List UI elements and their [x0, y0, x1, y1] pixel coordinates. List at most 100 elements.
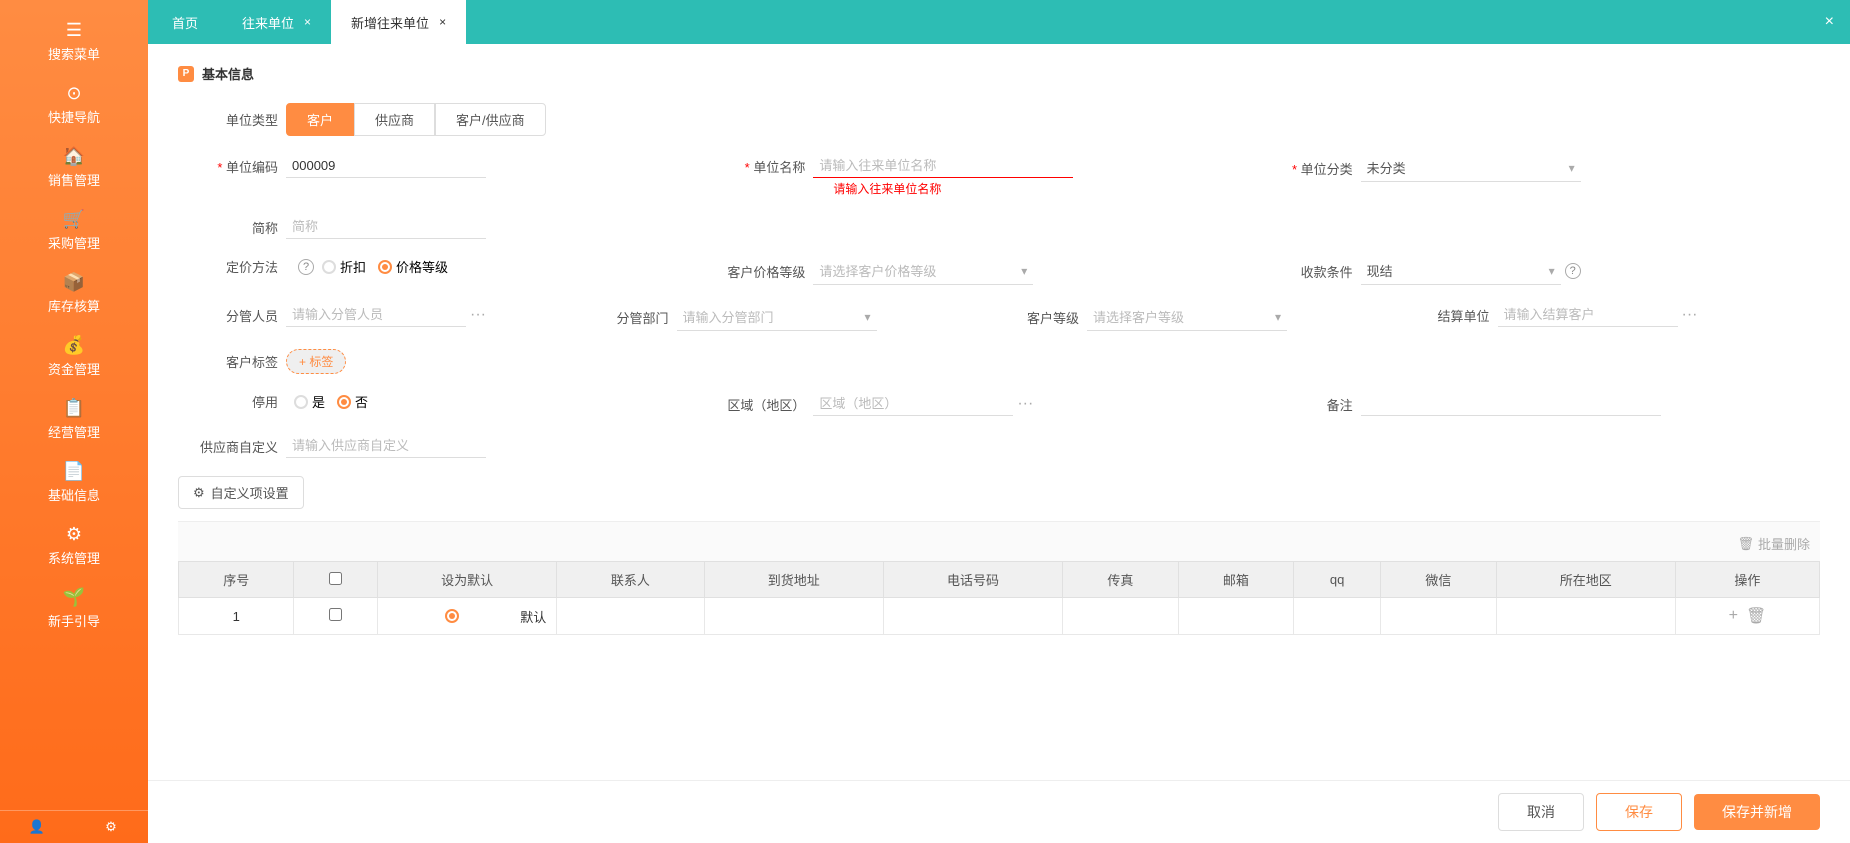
customer-level-select[interactable]: 请选择客户等级 ▾: [1087, 303, 1287, 331]
row-address[interactable]: [704, 598, 883, 635]
disabled-no-radio: [337, 395, 351, 409]
supplier-custom-input[interactable]: [286, 434, 486, 458]
save-new-button[interactable]: 保存并新增: [1694, 794, 1820, 830]
gear-icon: ⚙: [193, 485, 205, 501]
row-wechat[interactable]: [1381, 598, 1496, 635]
row-default-radio-item[interactable]: 默认: [388, 607, 546, 626]
unit-category-select[interactable]: 未分类 ▾: [1361, 154, 1581, 182]
row-fax[interactable]: [1063, 598, 1178, 635]
unit-type-supplier-btn[interactable]: 供应商: [354, 103, 435, 136]
manager-input[interactable]: [286, 303, 466, 327]
field-unit-name: 单位名称 请输入往来单位名称: [725, 154, 1272, 197]
col-email: 邮箱: [1178, 562, 1293, 598]
unit-code-input[interactable]: [286, 154, 486, 178]
contact-table-section: 🗑 批量删除 序号 设为默认 联系人 到货地址 电话号码 传真 邮箱 qq: [178, 521, 1820, 635]
abbreviation-input[interactable]: [286, 215, 486, 239]
remark-label: 备注: [1273, 395, 1353, 414]
delete-row-btn[interactable]: 🗑: [1746, 606, 1766, 626]
col-no: 序号: [179, 562, 294, 598]
row-pricing: 定价方法 ? 折扣 价格等级 客户价格等级 请选择客户价格等级: [178, 257, 1820, 285]
disabled-yes[interactable]: 是: [294, 392, 325, 411]
unit-type-both-btn[interactable]: 客户/供应商: [435, 103, 546, 136]
pricing-label: 定价方法: [178, 257, 278, 276]
unit-type-customer-btn[interactable]: 客户: [286, 103, 354, 136]
sidebar-item-sales[interactable]: 🏠 销售管理: [0, 136, 148, 199]
pricing-discount[interactable]: 折扣: [322, 257, 366, 276]
sidebar-item-guide[interactable]: 🌱 新手引导: [0, 577, 148, 640]
tab-new-partner-close[interactable]: ×: [439, 15, 446, 29]
sidebar-item-search[interactable]: ☰ 搜索菜单: [0, 10, 148, 73]
sidebar-item-basic-info[interactable]: 📄 基础信息: [0, 451, 148, 514]
field-supplier-custom: 供应商自定义: [178, 434, 1820, 458]
footer-bar: 取消 保存 保存并新增: [148, 780, 1850, 843]
sales-icon: 🏠: [63, 146, 85, 167]
settlement-unit-input[interactable]: [1498, 303, 1678, 327]
field-payment-terms: 收款条件 现结 ▾ ?: [1273, 257, 1820, 285]
add-tag-button[interactable]: + 标签: [286, 349, 346, 374]
row-code-name-category: 单位编码 单位名称 请输入往来单位名称 单位分类 未分类 ▾: [178, 154, 1820, 197]
custom-settings-btn[interactable]: ⚙ 自定义项设置: [178, 476, 304, 509]
row-phone[interactable]: [883, 598, 1062, 635]
row-checkbox[interactable]: [294, 598, 377, 635]
add-row-btn[interactable]: +: [1729, 607, 1738, 625]
tabbar: 首页 往来单位 × 新增往来单位 × ×: [148, 0, 1850, 44]
select-all-checkbox[interactable]: [329, 572, 342, 585]
unit-category-label: 单位分类: [1273, 159, 1353, 178]
row-region[interactable]: [1496, 598, 1675, 635]
manager-dots[interactable]: ···: [470, 306, 486, 324]
sidebar-item-system[interactable]: ⚙ 系统管理: [0, 514, 148, 577]
unit-category-arrow: ▾: [1569, 161, 1575, 175]
sidebar-item-finance[interactable]: 💰 资金管理: [0, 325, 148, 388]
col-action: 操作: [1675, 562, 1819, 598]
col-fax: 传真: [1063, 562, 1178, 598]
cancel-button[interactable]: 取消: [1498, 793, 1584, 831]
row-email[interactable]: [1178, 598, 1293, 635]
unit-type-label: 单位类型: [178, 110, 278, 129]
row-contact[interactable]: [557, 598, 704, 635]
disabled-no[interactable]: 否: [337, 392, 368, 411]
tab-partners-close[interactable]: ×: [304, 15, 311, 29]
sidebar-settings[interactable]: ⚙: [74, 819, 148, 835]
field-customer-price-level: 客户价格等级 请选择客户价格等级 ▾: [725, 257, 1272, 285]
tab-home[interactable]: 首页: [148, 0, 222, 44]
tab-new-partner[interactable]: 新增往来单位 ×: [331, 0, 466, 44]
page-content: P 基本信息 单位类型 客户 供应商 客户/供应商 单位编码 单位名称 请输入往…: [148, 44, 1850, 780]
row-abbreviation: 简称: [178, 215, 1820, 239]
sidebar-item-inventory[interactable]: 📦 库存核算: [0, 262, 148, 325]
row-disabled-region: 停用 是 否 区域（地区） ··· 备注: [178, 392, 1820, 416]
region-dots[interactable]: ···: [1017, 395, 1033, 413]
field-unit-code: 单位编码: [178, 154, 725, 178]
sidebar-item-quick-nav[interactable]: ⊙ 快捷导航: [0, 73, 148, 136]
payment-terms-help[interactable]: ?: [1565, 263, 1581, 279]
unit-name-label: 单位名称: [725, 157, 805, 176]
tab-partners[interactable]: 往来单位 ×: [222, 0, 331, 44]
department-select[interactable]: 请输入分管部门 ▾: [677, 303, 877, 331]
settlement-dots[interactable]: ···: [1682, 306, 1698, 324]
close-all-button[interactable]: ×: [1825, 13, 1834, 31]
region-input[interactable]: [813, 392, 1013, 416]
sidebar-user[interactable]: 👤: [0, 819, 74, 835]
col-region: 所在地区: [1496, 562, 1675, 598]
row-qq[interactable]: [1294, 598, 1381, 635]
abbreviation-label: 简称: [178, 218, 278, 237]
pricing-help-icon[interactable]: ?: [298, 259, 314, 275]
payment-terms-select[interactable]: 现结 ▾: [1361, 257, 1561, 285]
default-radio: [445, 609, 459, 623]
pricing-discount-radio: [322, 260, 336, 274]
remark-input[interactable]: [1361, 392, 1661, 416]
unit-name-input[interactable]: [813, 154, 1073, 178]
user-icon: 👤: [29, 819, 45, 835]
sidebar-item-operations[interactable]: 📋 经营管理: [0, 388, 148, 451]
pricing-price-level[interactable]: 价格等级: [378, 257, 448, 276]
pricing-level-radio: [378, 260, 392, 274]
field-region: 区域（地区） ···: [725, 392, 1272, 416]
save-button[interactable]: 保存: [1596, 793, 1682, 831]
customer-price-level-select[interactable]: 请选择客户价格等级 ▾: [813, 257, 1033, 285]
department-arrow: ▾: [864, 310, 870, 324]
system-icon: ⚙: [66, 524, 82, 545]
batch-delete-btn[interactable]: 🗑 批量删除: [1737, 534, 1810, 553]
row-select-checkbox[interactable]: [329, 608, 342, 621]
sidebar-item-purchase[interactable]: 🛒 采购管理: [0, 199, 148, 262]
sidebar-bottom: 👤 ⚙: [0, 810, 148, 843]
supplier-custom-label: 供应商自定义: [178, 437, 278, 456]
